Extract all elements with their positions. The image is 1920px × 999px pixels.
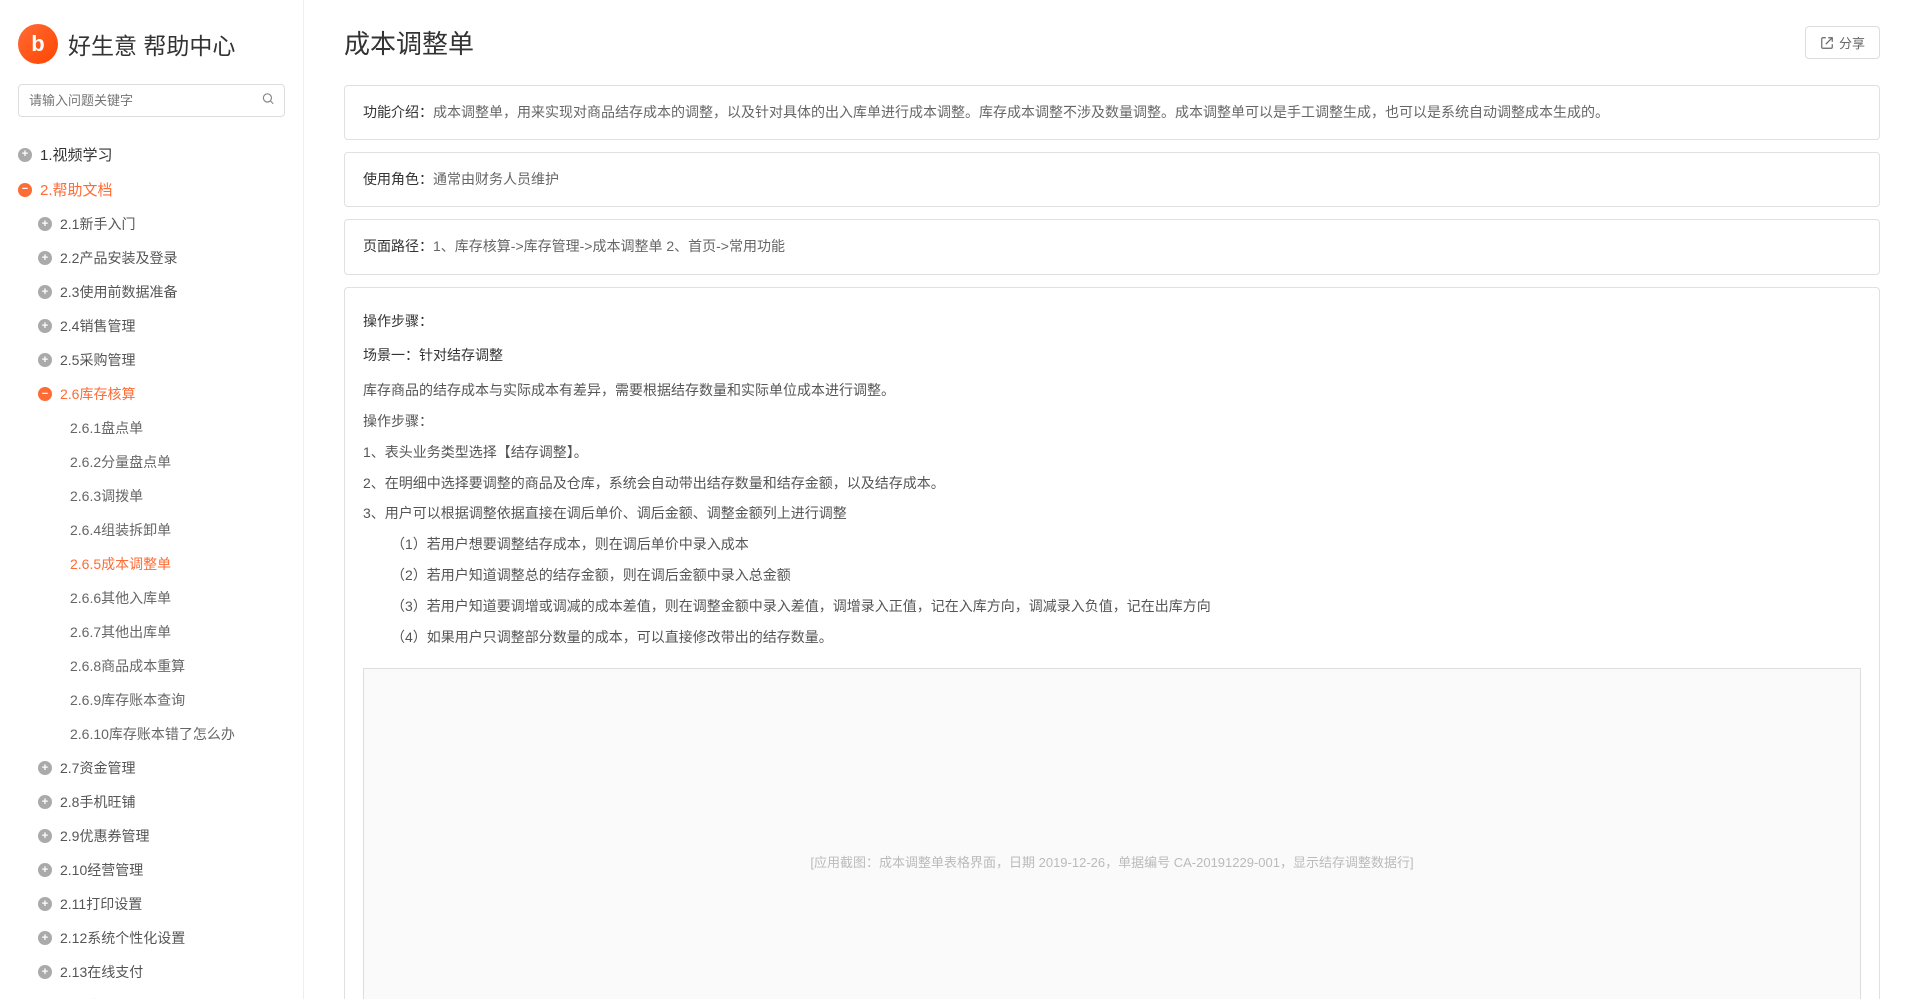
step-sub-item: （2）若用户知道调整总的结存金额，则在调后金额中录入总金额 — [363, 560, 1861, 591]
plus-icon — [38, 285, 52, 299]
nav-item[interactable]: 2.6.8商品成本重算 — [18, 649, 285, 683]
brand-row: b 好生意 帮助中心 — [18, 24, 285, 64]
minus-icon — [38, 387, 52, 401]
plus-icon — [38, 829, 52, 843]
plus-icon — [38, 319, 52, 333]
plus-icon — [38, 965, 52, 979]
brand-title: 好生意 帮助中心 — [68, 27, 235, 61]
nav-item[interactable]: 2.14常见问题 — [18, 989, 285, 999]
share-button[interactable]: 分享 — [1805, 26, 1880, 59]
nav-item[interactable]: 2.6.4组装拆卸单 — [18, 513, 285, 547]
op-label: 操作步骤： — [363, 406, 1861, 437]
share-icon — [1820, 36, 1834, 50]
path-text: 1、库存核算->库存管理->成本调整单 2、首页->常用功能 — [433, 238, 785, 254]
nav-item[interactable]: 2.6库存核算 — [18, 377, 285, 411]
nav-tree: 1.视频学习 2.帮助文档 2.1新手入门 2.2产品安装及登录 2.3使用前数… — [18, 137, 285, 999]
nav-item[interactable]: 2.6.2分量盘点单 — [18, 445, 285, 479]
search-input[interactable] — [18, 84, 285, 117]
page-title: 成本调整单 — [344, 24, 474, 61]
nav-item[interactable]: 2.1新手入门 — [18, 207, 285, 241]
plus-icon — [38, 251, 52, 265]
step-sub-item: （4）如果用户只调整部分数量的成本，可以直接修改带出的结存数量。 — [363, 622, 1861, 653]
nav-item[interactable]: 2.8手机旺铺 — [18, 785, 285, 819]
page-header: 成本调整单 分享 — [344, 24, 1880, 61]
nav-item[interactable]: 2.10经营管理 — [18, 853, 285, 887]
plus-icon — [18, 148, 32, 162]
nav-item[interactable]: 2.5采购管理 — [18, 343, 285, 377]
step-item: 3、用户可以根据调整依据直接在调后单价、调后金额、调整金额列上进行调整 — [363, 498, 1861, 529]
embedded-screenshot: [应用截图：成本调整单表格界面，日期 2019-12-26，单据编号 CA-20… — [363, 668, 1861, 999]
sidebar: b 好生意 帮助中心 1.视频学习 2.帮助文档 2.1新手入门 2.2产品安装… — [0, 0, 304, 999]
nav-item[interactable]: 2.12系统个性化设置 — [18, 921, 285, 955]
plus-icon — [38, 353, 52, 367]
role-label: 使用角色： — [363, 171, 433, 187]
nav-item[interactable]: 2.11打印设置 — [18, 887, 285, 921]
nav-item[interactable]: 2.2产品安装及登录 — [18, 241, 285, 275]
minus-icon — [18, 183, 32, 197]
plus-icon — [38, 931, 52, 945]
path-box: 页面路径：1、库存核算->库存管理->成本调整单 2、首页->常用功能 — [344, 219, 1880, 274]
nav-item[interactable]: 2.7资金管理 — [18, 751, 285, 785]
nav-item[interactable]: 2.6.1盘点单 — [18, 411, 285, 445]
intro-label: 功能介绍： — [363, 104, 433, 120]
nav-item[interactable]: 1.视频学习 — [18, 137, 285, 172]
step-sub-item: （1）若用户想要调整结存成本，则在调后单价中录入成本 — [363, 529, 1861, 560]
nav-item[interactable]: 2.9优惠券管理 — [18, 819, 285, 853]
scene-desc: 库存商品的结存成本与实际成本有差异，需要根据结存数量和实际单位成本进行调整。 — [363, 375, 1861, 406]
nav-item-active[interactable]: 2.6.5成本调整单 — [18, 547, 285, 581]
step-item: 2、在明细中选择要调整的商品及仓库，系统会自动带出结存数量和结存金额，以及结存成… — [363, 468, 1861, 499]
path-label: 页面路径： — [363, 238, 433, 254]
search-box — [18, 84, 285, 117]
plus-icon — [38, 795, 52, 809]
nav-item[interactable]: 2.6.3调拨单 — [18, 479, 285, 513]
search-icon — [261, 91, 275, 110]
nav-item[interactable]: 2.6.6其他入库单 — [18, 581, 285, 615]
nav-item[interactable]: 2.3使用前数据准备 — [18, 275, 285, 309]
intro-text: 成本调整单，用来实现对商品结存成本的调整，以及针对具体的出入库单进行成本调整。库… — [433, 104, 1609, 120]
plus-icon — [38, 761, 52, 775]
nav-item[interactable]: 2.帮助文档 — [18, 172, 285, 207]
steps-box: 操作步骤： 场景一：针对结存调整 库存商品的结存成本与实际成本有差异，需要根据结… — [344, 287, 1880, 999]
nav-item[interactable]: 2.6.9库存账本查询 — [18, 683, 285, 717]
main-content: 成本调整单 分享 功能介绍：成本调整单，用来实现对商品结存成本的调整，以及针对具… — [304, 0, 1920, 999]
step-item: 1、表头业务类型选择【结存调整】。 — [363, 437, 1861, 468]
scene-label: 场景一：针对结存调整 — [363, 340, 1861, 371]
role-text: 通常由财务人员维护 — [433, 171, 559, 187]
nav-item[interactable]: 2.13在线支付 — [18, 955, 285, 989]
role-box: 使用角色：通常由财务人员维护 — [344, 152, 1880, 207]
step-sub-item: （3）若用户知道要调增或调减的成本差值，则在调整金额中录入差值，调增录入正值，记… — [363, 591, 1861, 622]
plus-icon — [38, 217, 52, 231]
brand-logo-icon: b — [18, 24, 58, 64]
nav-item[interactable]: 2.6.10库存账本错了怎么办 — [18, 717, 285, 751]
plus-icon — [38, 863, 52, 877]
intro-box: 功能介绍：成本调整单，用来实现对商品结存成本的调整，以及针对具体的出入库单进行成… — [344, 85, 1880, 140]
plus-icon — [38, 897, 52, 911]
step-list: 1、表头业务类型选择【结存调整】。 2、在明细中选择要调整的商品及仓库，系统会自… — [363, 437, 1861, 653]
nav-item[interactable]: 2.4销售管理 — [18, 309, 285, 343]
nav-item[interactable]: 2.6.7其他出库单 — [18, 615, 285, 649]
steps-label: 操作步骤： — [363, 306, 1861, 337]
